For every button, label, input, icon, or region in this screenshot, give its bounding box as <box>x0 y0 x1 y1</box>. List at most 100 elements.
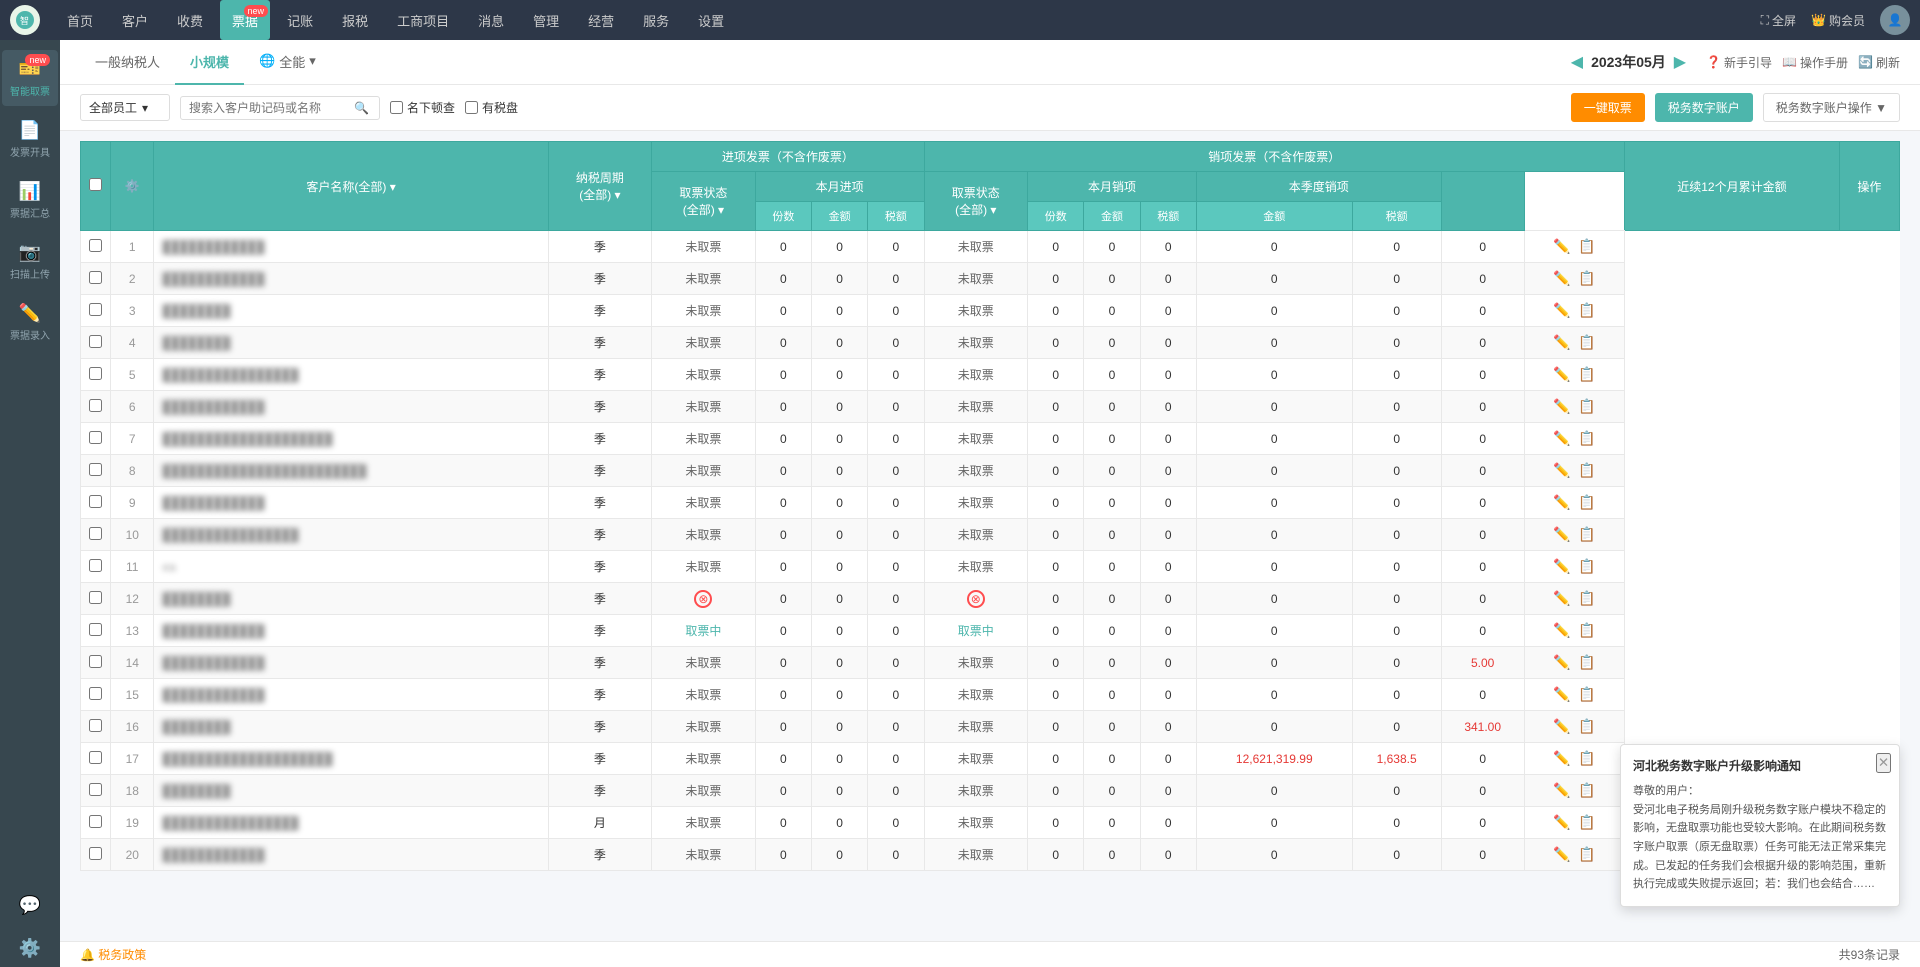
customer-name-cell[interactable]: ████████ <box>154 711 548 743</box>
sidebar-item-scan[interactable]: 📷 扫描上传 <box>2 233 58 289</box>
copy-btn[interactable]: 📋 <box>1576 556 1597 577</box>
row-checkbox[interactable] <box>89 815 102 828</box>
edit-btn[interactable]: ✏️ <box>1551 748 1572 769</box>
edit-btn[interactable]: ✏️ <box>1551 780 1572 801</box>
row-checkbox[interactable] <box>89 687 102 700</box>
edit-btn[interactable]: ✏️ <box>1551 236 1572 257</box>
customer-name-cell[interactable]: ████████████ <box>154 647 548 679</box>
copy-btn[interactable]: 📋 <box>1576 748 1597 769</box>
prev-month-btn[interactable]: ◀ <box>1571 52 1583 72</box>
copy-btn[interactable]: 📋 <box>1576 812 1597 833</box>
row-checkbox[interactable] <box>89 463 102 476</box>
tax-check[interactable]: 有税盘 <box>465 99 518 116</box>
edit-btn[interactable]: ✏️ <box>1551 716 1572 737</box>
row-checkbox[interactable] <box>89 623 102 636</box>
row-checkbox[interactable] <box>89 751 102 764</box>
row-checkbox[interactable] <box>89 847 102 860</box>
row-checkbox[interactable] <box>89 303 102 316</box>
search-icon[interactable]: 🔍 <box>354 101 369 115</box>
customer-name-cell[interactable]: ████████████ <box>154 679 548 711</box>
nav-service[interactable]: 服务 <box>631 0 681 40</box>
customer-name-cell[interactable]: ████████████ <box>154 391 548 423</box>
digital-account-btn[interactable]: 税务数字账户 <box>1655 93 1753 122</box>
nav-message[interactable]: 消息 <box>466 0 516 40</box>
row-checkbox[interactable] <box>89 335 102 348</box>
user-avatar[interactable]: 👤 <box>1880 5 1910 35</box>
copy-btn[interactable]: 📋 <box>1576 780 1597 801</box>
customer-name-cell[interactable]: ████████████████████████ <box>154 455 548 487</box>
customer-name-cell[interactable]: ████████████████ <box>154 807 548 839</box>
row-checkbox[interactable] <box>89 431 102 444</box>
copy-btn[interactable]: 📋 <box>1576 428 1597 449</box>
copy-btn[interactable]: 📋 <box>1576 684 1597 705</box>
copy-btn[interactable]: 📋 <box>1576 652 1597 673</box>
customer-name-cell[interactable]: ████████████████████ <box>154 743 548 775</box>
out-status-header[interactable]: 取票状态(全部) ▾ <box>924 172 1028 231</box>
copy-btn[interactable]: 📋 <box>1576 236 1597 257</box>
sidebar-item-summary[interactable]: 📊 票据汇总 <box>2 172 58 228</box>
notification-close-btn[interactable]: ✕ <box>1876 753 1891 773</box>
nav-tax[interactable]: 报税 <box>330 0 380 40</box>
row-checkbox[interactable] <box>89 239 102 252</box>
edit-btn[interactable]: ✏️ <box>1551 364 1572 385</box>
customer-name-cell[interactable]: ████████████████ <box>154 519 548 551</box>
customer-name-cell[interactable]: ████████████ <box>154 615 548 647</box>
edit-btn[interactable]: ✏️ <box>1551 268 1572 289</box>
row-checkbox[interactable] <box>89 783 102 796</box>
register-check[interactable]: 名下顿查 <box>390 99 455 116</box>
tax-period-header[interactable]: 纳税周期(全部) ▾ <box>548 142 652 231</box>
nav-manage[interactable]: 管理 <box>521 0 571 40</box>
edit-btn[interactable]: ✏️ <box>1551 588 1572 609</box>
nav-billing[interactable]: 收费 <box>165 0 215 40</box>
tab-all[interactable]: 🌐 全能 ▾ <box>244 40 331 85</box>
sidebar-item-smart-invoice[interactable]: 🎫 智能取票 new <box>2 50 58 106</box>
tax-policy-link[interactable]: 🔔 税务政策 <box>80 946 146 963</box>
row-checkbox[interactable] <box>89 559 102 572</box>
row-checkbox[interactable] <box>89 367 102 380</box>
copy-btn[interactable]: 📋 <box>1576 716 1597 737</box>
copy-btn[interactable]: 📋 <box>1576 364 1597 385</box>
customer-name-cell[interactable]: ea <box>154 551 548 583</box>
edit-btn[interactable]: ✏️ <box>1551 524 1572 545</box>
nav-customer[interactable]: 客户 <box>110 0 160 40</box>
row-checkbox[interactable] <box>89 719 102 732</box>
customer-name-header[interactable]: 客户名称(全部) ▾ <box>154 142 548 231</box>
copy-btn[interactable]: 📋 <box>1576 460 1597 481</box>
copy-btn[interactable]: 📋 <box>1576 492 1597 513</box>
edit-btn[interactable]: ✏️ <box>1551 460 1572 481</box>
refresh-btn[interactable]: 🔄 刷新 <box>1858 54 1900 71</box>
sidebar-item-open-invoice[interactable]: 📄 发票开具 <box>2 111 58 167</box>
sidebar-item-chat[interactable]: 💬 <box>2 886 58 924</box>
nav-account[interactable]: 记账 <box>275 0 325 40</box>
customer-name-cell[interactable]: ████████████ <box>154 231 548 263</box>
copy-btn[interactable]: 📋 <box>1576 332 1597 353</box>
copy-btn[interactable]: 📋 <box>1576 620 1597 641</box>
row-checkbox[interactable] <box>89 655 102 668</box>
manual-btn[interactable]: 📖 操作手册 <box>1782 54 1848 71</box>
copy-btn[interactable]: 📋 <box>1576 844 1597 865</box>
new-guide-btn[interactable]: ❓ 新手引导 <box>1706 54 1772 71</box>
edit-btn[interactable]: ✏️ <box>1551 844 1572 865</box>
copy-btn[interactable]: 📋 <box>1576 524 1597 545</box>
edit-btn[interactable]: ✏️ <box>1551 396 1572 417</box>
fullscreen-btn[interactable]: ⛶ 全屏 <box>1761 12 1796 29</box>
register-checkbox[interactable] <box>390 101 403 114</box>
sidebar-item-gear[interactable]: ⚙️ <box>2 929 58 967</box>
nav-settings[interactable]: 设置 <box>686 0 736 40</box>
edit-btn[interactable]: ✏️ <box>1551 492 1572 513</box>
tab-small-scale[interactable]: 小规模 <box>175 40 244 85</box>
nav-operation[interactable]: 经营 <box>576 0 626 40</box>
one-click-btn[interactable]: 一键取票 <box>1571 93 1645 122</box>
edit-btn[interactable]: ✏️ <box>1551 812 1572 833</box>
edit-btn[interactable]: ✏️ <box>1551 684 1572 705</box>
row-checkbox[interactable] <box>89 399 102 412</box>
customer-name-cell[interactable]: ████████████████ <box>154 359 548 391</box>
in-status-header[interactable]: 取票状态(全部) ▾ <box>652 172 756 231</box>
member-btn[interactable]: 👑 购会员 <box>1811 12 1865 29</box>
customer-name-cell[interactable]: ████████████ <box>154 487 548 519</box>
employee-filter[interactable]: 全部员工 ▾ <box>80 94 170 121</box>
nav-home[interactable]: 首页 <box>55 0 105 40</box>
customer-name-cell[interactable]: ████████ <box>154 583 548 615</box>
tax-checkbox[interactable] <box>465 101 478 114</box>
tab-general-taxpayer[interactable]: 一般纳税人 <box>80 40 175 85</box>
